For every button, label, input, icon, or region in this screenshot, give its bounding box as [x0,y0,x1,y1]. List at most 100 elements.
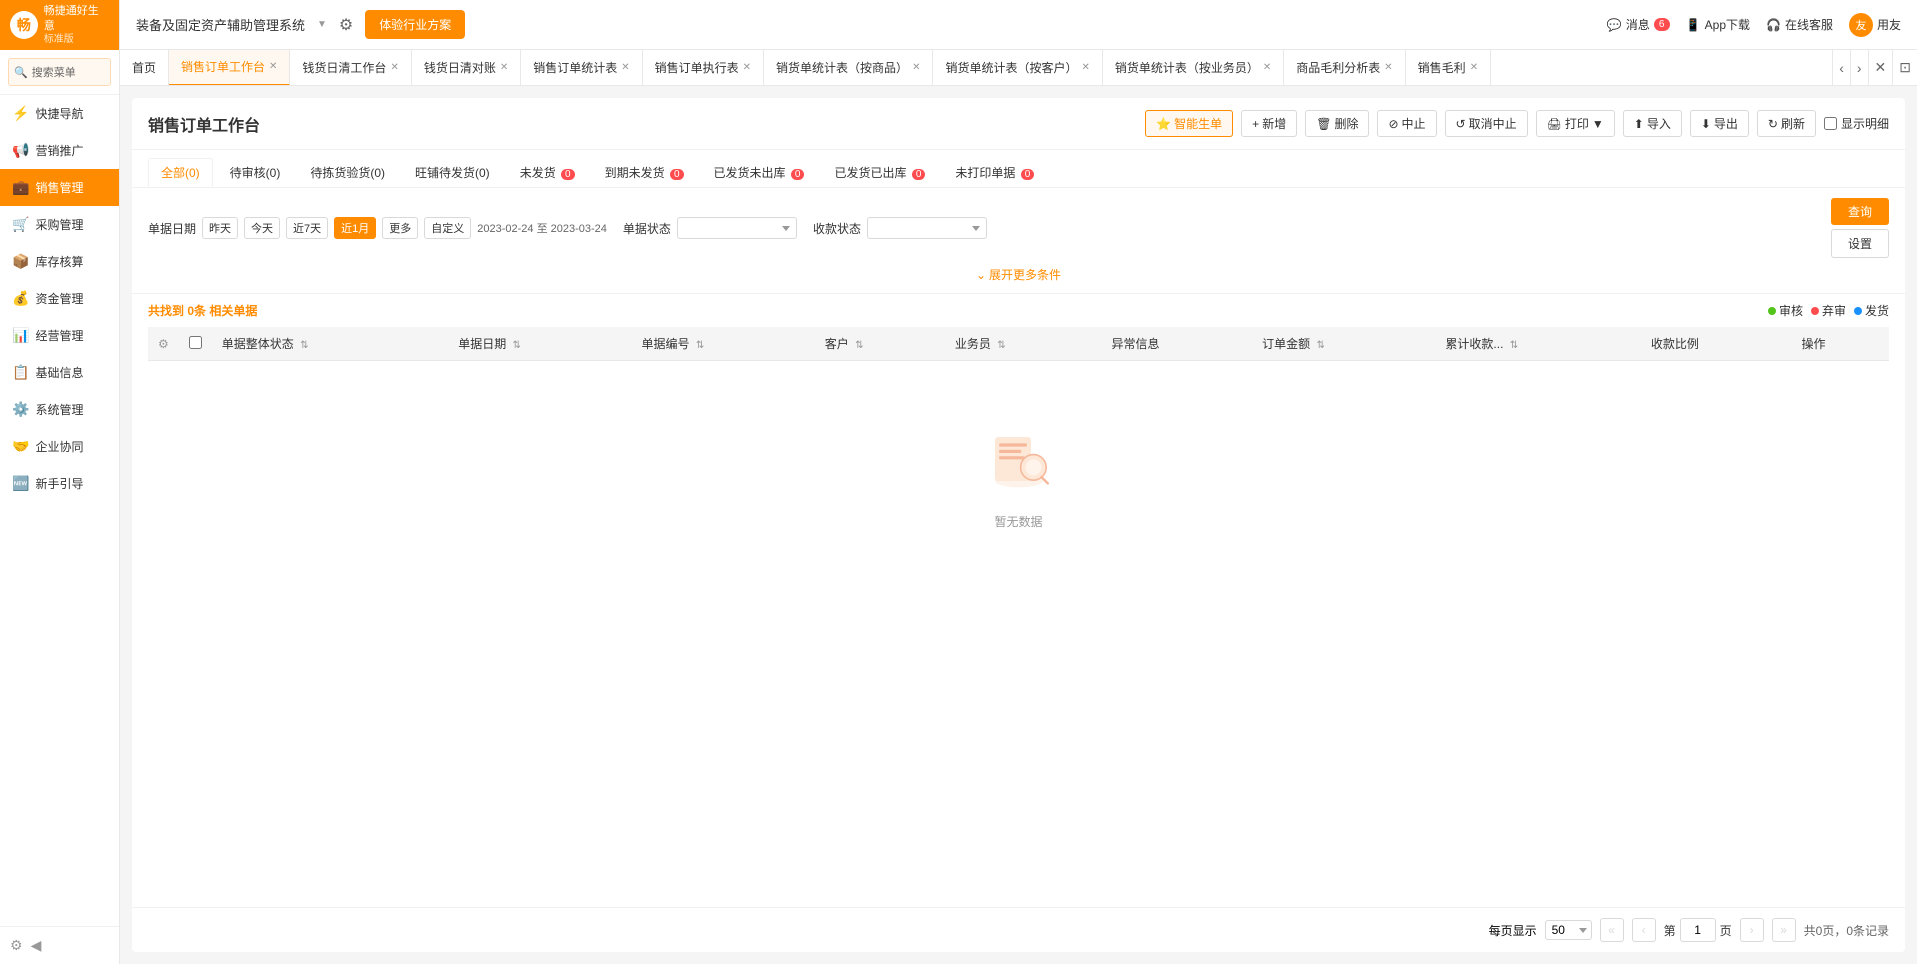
print-button[interactable]: 🖨 打印 ▼ [1536,110,1615,137]
sub-tab-shipped-not-out[interactable]: 已发货未出库 0 [701,158,818,187]
staff-sort-icon[interactable]: ⇅ [997,340,1005,351]
cancel-review-action[interactable]: 弃审 [1811,302,1846,319]
tab-daily-cash[interactable]: 钱货日清工作台 ✕ [290,50,411,86]
tab-sales-exec-close[interactable]: ✕ [743,62,751,73]
smart-create-button[interactable]: ⭐ 智能生单 [1145,110,1233,137]
cancel-review-dot [1811,307,1819,315]
tab-sales-summary-product[interactable]: 销货单统计表（按商品） ✕ [764,50,933,86]
industry-btn[interactable]: 体验行业方案 [365,10,465,39]
page-size-select[interactable]: 50 10 20 100 [1545,920,1592,940]
show-detail-checkbox[interactable] [1824,117,1837,130]
app-dropdown-arrow[interactable]: ▼ [317,19,327,30]
th-settings[interactable]: ⚙ [148,327,179,361]
export-button[interactable]: ⬇ 导出 [1690,110,1749,137]
tab-sales-summary-staff-close[interactable]: ✕ [1263,62,1271,73]
sub-tab-not-printed[interactable]: 未打印单据 0 [942,158,1047,187]
prev-page-button[interactable]: ‹ [1632,918,1656,942]
ship-action[interactable]: 发货 [1854,302,1889,319]
date-today[interactable]: 今天 [244,217,280,239]
stop-button[interactable]: ⊘ 中止 [1377,110,1436,137]
settings-bottom-icon[interactable]: ⚙ [10,937,23,954]
message-action[interactable]: 💬 消息 6 [1607,16,1670,33]
user-action[interactable]: 友 用友 [1849,13,1901,37]
sub-tab-pending-inspect[interactable]: 待拣货验货(0) [297,158,398,187]
date-sort-icon[interactable]: ⇅ [513,340,521,351]
date-yesterday[interactable]: 昨天 [202,217,238,239]
tab-sales-order-close[interactable]: ✕ [269,61,277,72]
payment-select[interactable] [867,217,987,239]
sub-tab-pending-review[interactable]: 待审核(0) [217,158,294,187]
sidebar-item-marketing[interactable]: 📢 营销推广 [0,132,119,169]
tab-sales-summary-staff[interactable]: 销货单统计表（按业务员） ✕ [1103,50,1284,86]
sidebar-item-sales[interactable]: 💼 销售管理 [0,169,119,206]
sidebar-item-basic-info[interactable]: 📋 基础信息 [0,354,119,391]
add-button[interactable]: + 新增 [1241,110,1297,137]
date-more[interactable]: 更多 [382,217,418,239]
tab-sales-stat-close[interactable]: ✕ [621,62,629,73]
tab-scroll-left[interactable]: ‹ [1832,50,1850,86]
pagination: 每页显示 50 10 20 100 « ‹ 第 页 › » 共0页，0条记录 [132,907,1905,952]
tab-daily-cash-close[interactable]: ✕ [390,62,398,73]
tab-cash-reconcile[interactable]: 钱货日清对账 ✕ [412,50,521,86]
sidebar-item-finance[interactable]: 💰 资金管理 [0,280,119,317]
status-sort-icon[interactable]: ⇅ [300,340,308,351]
sidebar-item-guide[interactable]: 🆕 新手引导 [0,465,119,502]
tab-close-all[interactable]: ✕ [1868,50,1893,86]
date-last7[interactable]: 近7天 [286,217,328,239]
select-all-checkbox[interactable] [189,336,202,349]
tab-sales-summary-customer[interactable]: 销货单统计表（按客户） ✕ [933,50,1102,86]
review-action[interactable]: 审核 [1768,302,1803,319]
refresh-button[interactable]: ↻ 刷新 [1757,110,1816,137]
status-select[interactable] [677,217,797,239]
tab-scroll-right[interactable]: › [1850,50,1868,86]
search-menu-button[interactable]: 🔍 搜索菜单 [8,58,111,86]
th-checkbox[interactable] [179,327,212,361]
date-last1m[interactable]: 近1月 [334,217,376,239]
collapse-sidebar-icon[interactable]: ◀ [31,937,42,954]
sidebar-item-system[interactable]: ⚙️ 系统管理 [0,391,119,428]
purchase-icon: 🛒 [12,216,29,233]
page-input[interactable] [1680,918,1716,942]
number-sort-icon[interactable]: ⇅ [696,340,704,351]
tab-sales-summary-customer-close[interactable]: ✕ [1081,62,1089,73]
sub-tab-overdue[interactable]: 到期未发货 0 [592,158,697,187]
online-service-action[interactable]: 🎧 在线客服 [1766,16,1833,33]
next-page-button[interactable]: › [1740,918,1764,942]
tab-sales-order[interactable]: 销售订单工作台 ✕ [169,50,290,86]
sidebar-item-purchase[interactable]: 🛒 采购管理 [0,206,119,243]
collected-sort-icon[interactable]: ⇅ [1510,340,1518,351]
date-custom[interactable]: 自定义 [424,217,471,239]
tab-sales-summary-product-close[interactable]: ✕ [912,62,920,73]
tab-gross-profit-close[interactable]: ✕ [1384,62,1392,73]
delete-button[interactable]: 🗑 删除 [1305,110,1369,137]
review-dot [1768,307,1776,315]
header-settings-icon[interactable]: ⚙ [339,15,353,35]
sub-tab-not-shipped[interactable]: 未发货 0 [507,158,588,187]
customer-sort-icon[interactable]: ⇅ [855,340,863,351]
filter-setting-button[interactable]: 设置 [1831,229,1889,258]
sub-tab-shipped-out[interactable]: 已发货已出库 0 [821,158,938,187]
tab-cash-reconcile-close[interactable]: ✕ [500,62,508,73]
sidebar-item-operations[interactable]: 📊 经营管理 [0,317,119,354]
tab-home[interactable]: 首页 [120,50,169,86]
sub-tab-wangpu[interactable]: 旺铺待发货(0) [402,158,503,187]
sidebar-item-enterprise[interactable]: 🤝 企业协同 [0,428,119,465]
tab-sales-stat[interactable]: 销售订单统计表 ✕ [521,50,642,86]
query-button[interactable]: 查询 [1831,198,1889,225]
import-button[interactable]: ⬆ 导入 [1623,110,1682,137]
tab-sales-more-close[interactable]: ✕ [1470,62,1478,73]
last-page-button[interactable]: » [1772,918,1796,942]
amount-sort-icon[interactable]: ⇅ [1317,340,1325,351]
first-page-button[interactable]: « [1600,918,1624,942]
expand-filter-button[interactable]: ⌄ 展开更多条件 [976,266,1061,283]
tab-gross-profit[interactable]: 商品毛利分析表 ✕ [1284,50,1405,86]
cancel-stop-button[interactable]: ↺ 取消中止 [1445,110,1528,137]
sub-tab-all[interactable]: 全部(0) [148,158,213,187]
tab-maximize[interactable]: ⊡ [1892,50,1917,86]
tab-sales-exec[interactable]: 销售订单执行表 ✕ [643,50,764,86]
sidebar-item-quick-nav[interactable]: ⚡ 快捷导航 [0,95,119,132]
show-detail-label[interactable]: 显示明细 [1824,115,1889,132]
app-download-action[interactable]: 📱 App下载 [1686,16,1750,33]
sidebar-item-inventory[interactable]: 📦 库存核算 [0,243,119,280]
tab-sales-more[interactable]: 销售毛利 ✕ [1406,50,1491,86]
